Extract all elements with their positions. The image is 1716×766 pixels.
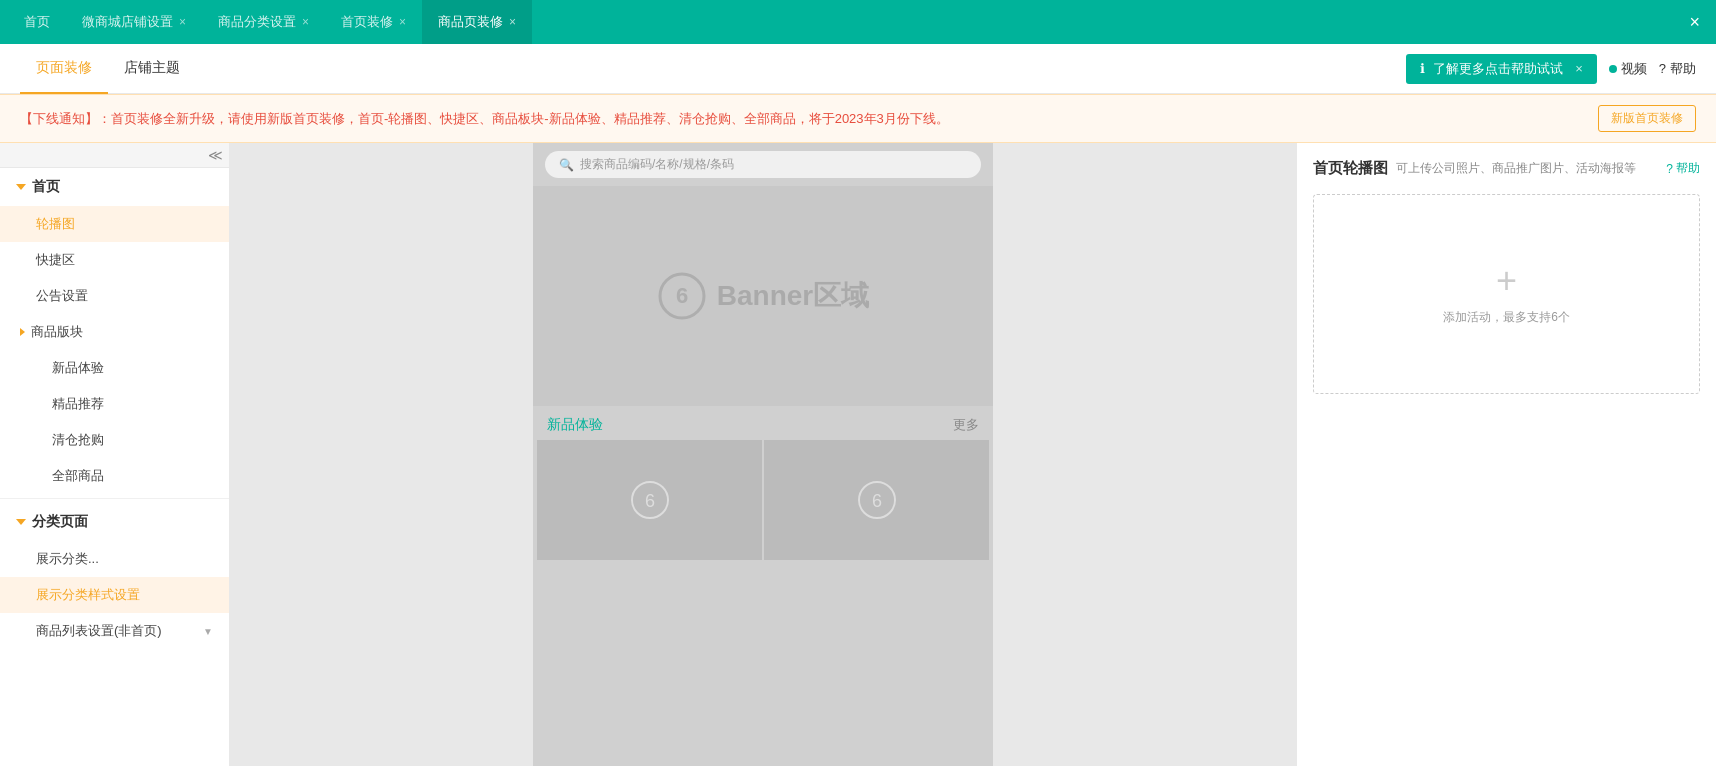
svg-text:6: 6: [871, 491, 881, 511]
new-products-label: 新品体验: [547, 416, 603, 434]
banner-logo-icon: 6: [657, 271, 707, 321]
triangle-icon: [16, 184, 26, 190]
right-panel-subtitle: 可上传公司照片、商品推广图片、活动海报等: [1396, 160, 1636, 177]
sidebar-section-home[interactable]: 首页: [0, 168, 229, 206]
tab-product-decoration[interactable]: 商品页装修 ×: [422, 0, 532, 44]
sidebar-subsection-product-block[interactable]: 商品版块: [0, 314, 229, 350]
upload-plus-icon: +: [1496, 263, 1517, 299]
sidebar-item-clearance[interactable]: 清仓抢购: [0, 422, 229, 458]
tab-home-decoration-close[interactable]: ×: [399, 15, 406, 29]
right-panel-help-button[interactable]: ? 帮助: [1666, 160, 1700, 177]
product-card-1[interactable]: 6: [537, 440, 762, 560]
phone-search-area: 🔍 搜索商品编码/名称/规格/条码: [533, 143, 993, 186]
tab-home-decoration[interactable]: 首页装修 ×: [325, 0, 422, 44]
sub-header-right: ℹ 了解更多点击帮助试试 × 视频 ? 帮助: [1406, 54, 1696, 84]
sidebar-item-category-style[interactable]: 展示分类样式设置: [0, 577, 229, 613]
sub-tab-page-decoration[interactable]: 页面装修: [20, 44, 108, 94]
sub-tab-store-theme[interactable]: 店铺主题: [108, 44, 196, 94]
new-products-section: 新品体验 更多 6 6: [533, 406, 993, 766]
notice-bar: 【下线通知】：首页装修全新升级，请使用新版首页装修，首页-轮播图、快捷区、商品板…: [0, 94, 1716, 143]
right-panel: 首页轮播图 可上传公司照片、商品推广图片、活动海报等 ? 帮助 + 添加活动，最…: [1296, 143, 1716, 766]
video-button[interactable]: 视频: [1609, 60, 1647, 78]
tab-home[interactable]: 首页: [8, 0, 66, 44]
phone-frame: 🔍 搜索商品编码/名称/规格/条码 6 Banner区域 新品体验 更多: [533, 143, 993, 766]
sidebar-divider: [0, 498, 229, 499]
help-banner[interactable]: ℹ 了解更多点击帮助试试 ×: [1406, 54, 1597, 84]
new-products-grid: 6 6: [533, 440, 993, 560]
right-panel-title-row: 首页轮播图 可上传公司照片、商品推广图片、活动海报等 ? 帮助: [1313, 159, 1700, 178]
sidebar-item-carousel[interactable]: 轮播图: [0, 206, 229, 242]
triangle-icon-2: [16, 519, 26, 525]
tab-product-decoration-close[interactable]: ×: [509, 15, 516, 29]
main-layout: ≪ 首页 轮播图 快捷区 公告设置 商品版块 新品体验 精品推荐 清仓抢购: [0, 143, 1716, 766]
sidebar-expand-icon: ▼: [203, 626, 213, 637]
question-icon: ?: [1659, 61, 1666, 76]
help-banner-icon: ℹ: [1420, 61, 1425, 76]
notice-text: 【下线通知】：首页装修全新升级，请使用新版首页装修，首页-轮播图、快捷区、商品板…: [20, 110, 1586, 128]
sidebar: ≪ 首页 轮播图 快捷区 公告设置 商品版块 新品体验 精品推荐 清仓抢购: [0, 143, 230, 766]
tab-bar: 首页 微商城店铺设置 × 商品分类设置 × 首页装修 × 商品页装修 × ×: [0, 0, 1716, 44]
tab-bar-close-all[interactable]: ×: [1681, 12, 1708, 33]
product-icon-1: 6: [630, 480, 670, 520]
help-button[interactable]: ? 帮助: [1659, 60, 1696, 78]
new-products-more[interactable]: 更多: [953, 416, 979, 434]
upload-area[interactable]: + 添加活动，最多支持6个: [1313, 194, 1700, 394]
triangle-sm-icon: [20, 328, 25, 336]
banner-area[interactable]: 6 Banner区域: [533, 186, 993, 406]
sidebar-item-notice[interactable]: 公告设置: [0, 278, 229, 314]
search-icon: 🔍: [559, 158, 574, 172]
new-products-header: 新品体验 更多: [533, 406, 993, 440]
sidebar-item-all-products[interactable]: 全部商品: [0, 458, 229, 494]
upload-text: 添加活动，最多支持6个: [1443, 309, 1570, 326]
sidebar-item-featured[interactable]: 精品推荐: [0, 386, 229, 422]
right-panel-title: 首页轮播图: [1313, 159, 1388, 178]
help-banner-close[interactable]: ×: [1575, 61, 1583, 76]
phone-search-bar[interactable]: 🔍 搜索商品编码/名称/规格/条码: [545, 151, 981, 178]
new-version-button[interactable]: 新版首页装修: [1598, 105, 1696, 132]
sidebar-item-product-list[interactable]: 商品列表设置(非首页) ▼: [0, 613, 229, 649]
svg-text:6: 6: [644, 491, 654, 511]
tab-store-settings[interactable]: 微商城店铺设置 ×: [66, 0, 202, 44]
sidebar-item-shortcuts[interactable]: 快捷区: [0, 242, 229, 278]
tab-store-settings-close[interactable]: ×: [179, 15, 186, 29]
sidebar-item-show-category[interactable]: 展示分类...: [0, 541, 229, 577]
product-icon-2: 6: [857, 480, 897, 520]
sub-header: 页面装修 店铺主题 ℹ 了解更多点击帮助试试 × 视频 ? 帮助: [0, 44, 1716, 94]
tab-product-category-close[interactable]: ×: [302, 15, 309, 29]
tab-product-category[interactable]: 商品分类设置 ×: [202, 0, 325, 44]
right-panel-question-icon: ?: [1666, 162, 1673, 176]
sidebar-collapse-arrow[interactable]: ≪: [208, 147, 223, 163]
sidebar-section-category[interactable]: 分类页面: [0, 503, 229, 541]
sidebar-item-new-experience[interactable]: 新品体验: [0, 350, 229, 386]
svg-text:6: 6: [676, 283, 688, 308]
video-dot-icon: [1609, 65, 1617, 73]
center-preview: 🔍 搜索商品编码/名称/规格/条码 6 Banner区域 新品体验 更多: [230, 143, 1296, 766]
right-panel-title-group: 首页轮播图 可上传公司照片、商品推广图片、活动海报等: [1313, 159, 1636, 178]
product-card-2[interactable]: 6: [764, 440, 989, 560]
